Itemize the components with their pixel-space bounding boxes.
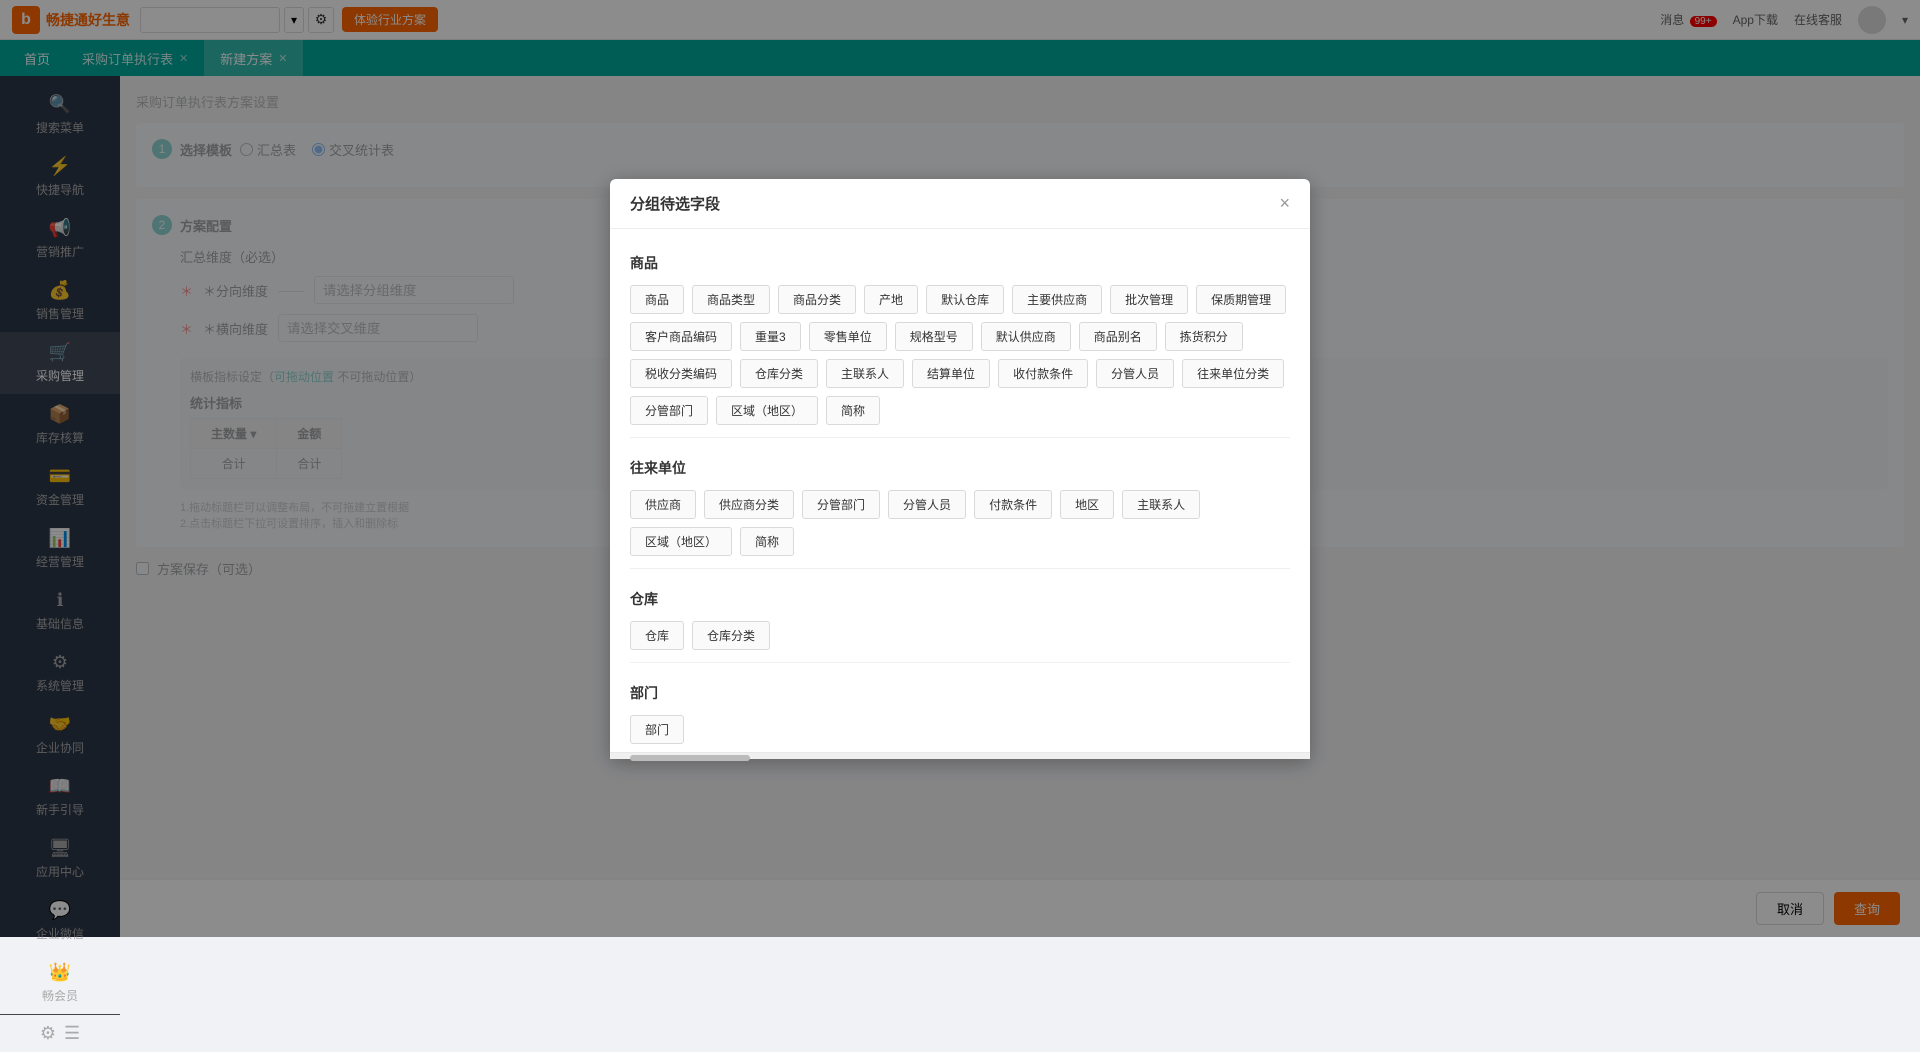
scrollbar-thumb[interactable] [630, 755, 750, 761]
sidebar-item-member[interactable]: 👑 畅会员 [0, 952, 120, 1014]
field-group-往来单位: 往来单位供应商供应商分类分管部门分管人员付款条件地区主联系人区域（地区） 简称 [630, 458, 1290, 569]
field-tag[interactable]: 地区 [1060, 490, 1114, 519]
field-group-部门: 部门部门 [630, 683, 1290, 752]
field-tag[interactable]: 分管人员 [888, 490, 966, 519]
field-tag[interactable]: 重量3 [740, 322, 801, 351]
field-tag[interactable]: 主联系人 [1122, 490, 1200, 519]
field-tag[interactable]: 默认供应商 [981, 322, 1071, 351]
sidebar-bottom: ⚙ ☰ [0, 1014, 120, 1052]
field-tags: 商品商品类型商品分类产地默认仓库主要供应商批次管理保质期管理客户商品编码重量3 零… [630, 285, 1290, 425]
sidebar-menu-btn[interactable]: ☰ [64, 1023, 80, 1044]
field-tag[interactable]: 商品别名 [1079, 322, 1157, 351]
field-tag[interactable]: 简称 [826, 396, 880, 425]
field-tag[interactable]: 商品 [630, 285, 684, 314]
modal-close-button[interactable]: × [1279, 194, 1290, 212]
field-tags: 供应商供应商分类分管部门分管人员付款条件地区主联系人区域（地区） 简称 [630, 490, 1290, 556]
field-tag[interactable]: 付款条件 [974, 490, 1052, 519]
sidebar-settings-btn[interactable]: ⚙ [40, 1023, 56, 1044]
field-tag[interactable]: 产地 [864, 285, 918, 314]
field-tag[interactable]: 规格型号 [895, 322, 973, 351]
field-tag[interactable]: 简称 [740, 527, 794, 556]
field-tag[interactable]: 收付款条件 [998, 359, 1088, 388]
group-divider [630, 437, 1290, 438]
field-tag[interactable]: 零售单位 [809, 322, 887, 351]
field-tag[interactable]: 主要供应商 [1012, 285, 1102, 314]
field-tag[interactable]: 区域（地区） [630, 527, 732, 556]
field-tag[interactable]: 往来单位分类 [1182, 359, 1284, 388]
sidebar-label-member: 畅会员 [42, 987, 78, 1004]
field-tag[interactable]: 保质期管理 [1196, 285, 1286, 314]
field-tag[interactable]: 仓库分类 [740, 359, 818, 388]
modal-overlay: 分组待选字段 × 商品商品商品类型商品分类产地默认仓库主要供应商批次管理保质期管… [0, 0, 1920, 937]
field-selector-modal: 分组待选字段 × 商品商品商品类型商品分类产地默认仓库主要供应商批次管理保质期管… [610, 179, 1310, 759]
field-group-title: 仓库 [630, 589, 1290, 609]
field-tag[interactable]: 结算单位 [912, 359, 990, 388]
field-tag[interactable]: 商品类型 [692, 285, 770, 314]
modal-title: 分组待选字段 [630, 193, 720, 214]
modal-header: 分组待选字段 × [610, 179, 1310, 229]
field-group-仓库: 仓库仓库仓库分类 [630, 589, 1290, 663]
modal-body: 商品商品商品类型商品分类产地默认仓库主要供应商批次管理保质期管理客户商品编码重量… [610, 229, 1310, 752]
field-tags: 部门 [630, 715, 1290, 744]
field-tag[interactable]: 批次管理 [1110, 285, 1188, 314]
field-tag[interactable]: 分管部门 [630, 396, 708, 425]
field-group-商品: 商品商品商品类型商品分类产地默认仓库主要供应商批次管理保质期管理客户商品编码重量… [630, 253, 1290, 438]
field-tag[interactable]: 拣货积分 [1165, 322, 1243, 351]
field-group-title: 商品 [630, 253, 1290, 273]
field-tag[interactable]: 分管部门 [802, 490, 880, 519]
field-tag[interactable]: 部门 [630, 715, 684, 744]
field-tags: 仓库仓库分类 [630, 621, 1290, 650]
field-tag[interactable]: 分管人员 [1096, 359, 1174, 388]
field-tag[interactable]: 仓库 [630, 621, 684, 650]
field-tag[interactable]: 供应商分类 [704, 490, 794, 519]
group-divider [630, 662, 1290, 663]
field-tag[interactable]: 商品分类 [778, 285, 856, 314]
field-tag[interactable]: 区域（地区） [716, 396, 818, 425]
group-divider [630, 568, 1290, 569]
horizontal-scrollbar[interactable] [610, 752, 1310, 759]
field-tag[interactable]: 默认仓库 [926, 285, 1004, 314]
field-group-title: 部门 [630, 683, 1290, 703]
field-tag[interactable]: 仓库分类 [692, 621, 770, 650]
field-group-title: 往来单位 [630, 458, 1290, 478]
field-tag[interactable]: 税收分类编码 [630, 359, 732, 388]
field-tag[interactable]: 供应商 [630, 490, 696, 519]
member-icon: 👑 [49, 962, 71, 983]
field-tag[interactable]: 客户商品编码 [630, 322, 732, 351]
field-tag[interactable]: 主联系人 [826, 359, 904, 388]
